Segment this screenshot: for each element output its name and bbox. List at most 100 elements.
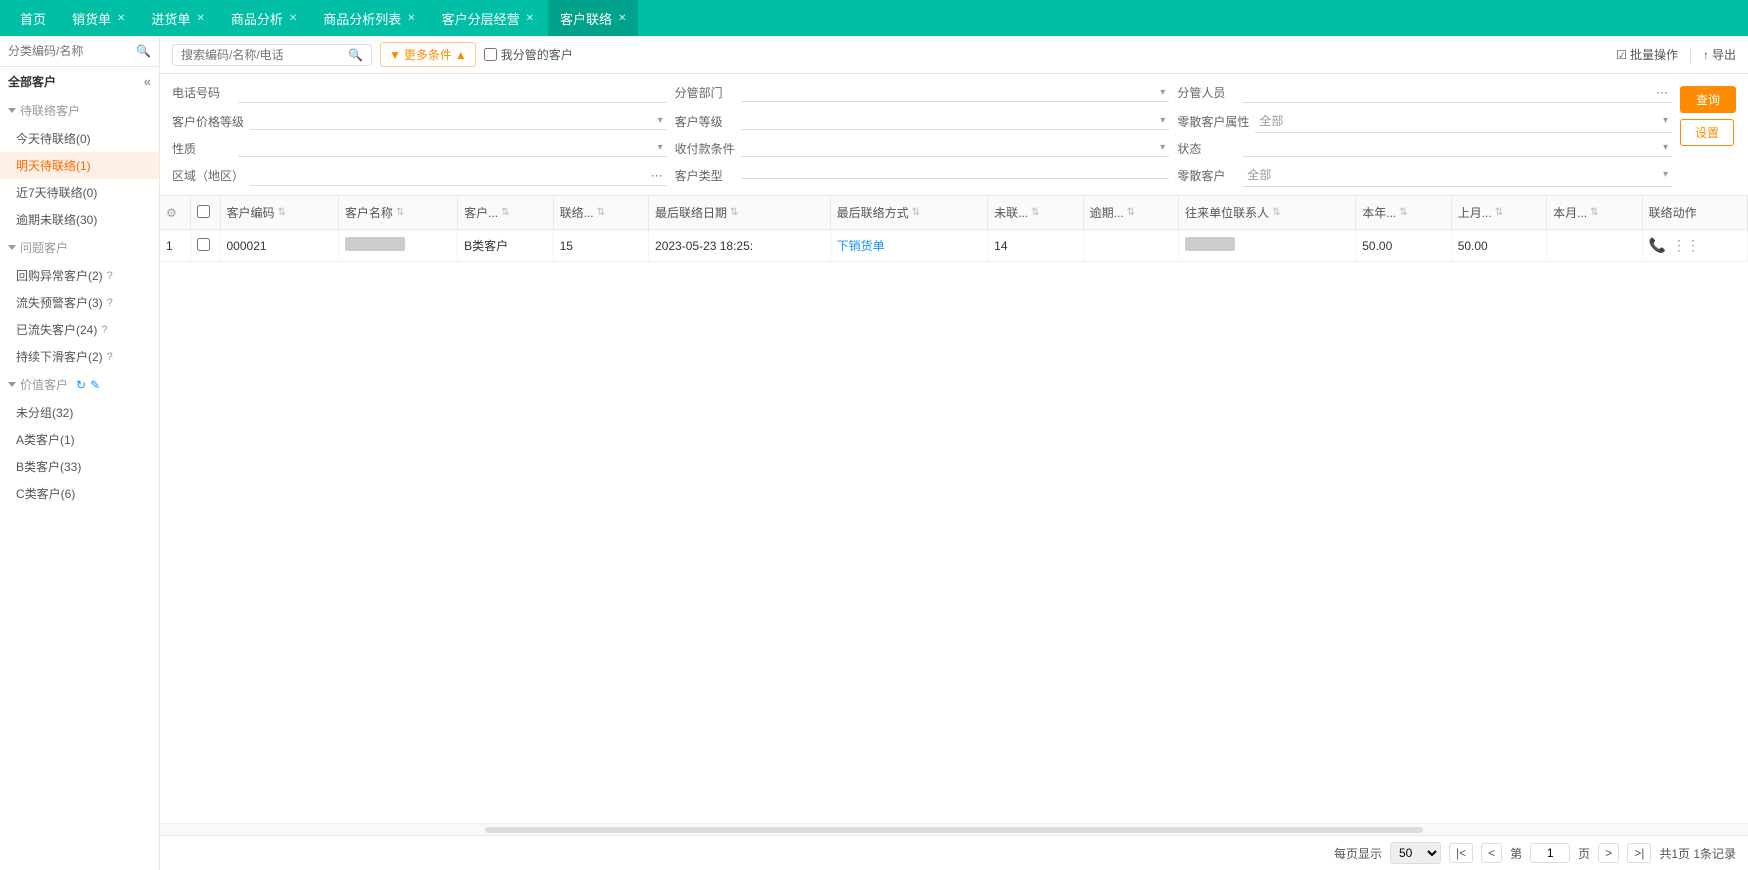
search-input[interactable] (181, 48, 348, 62)
sort-icon[interactable]: ⇅ (1399, 207, 1407, 218)
sidebar-item-today[interactable]: 今天待联络(0) (0, 125, 159, 152)
nav-sales-order[interactable]: 销货单 ✕ (60, 0, 137, 36)
nav-home[interactable]: 首页 (8, 0, 58, 36)
nav-product-analysis-list[interactable]: 商品分析列表 ✕ (311, 0, 427, 36)
region-select[interactable]: ··· (250, 165, 667, 186)
first-page-btn[interactable]: |< (1449, 843, 1473, 863)
prev-page-btn[interactable]: < (1481, 843, 1502, 863)
help-icon[interactable]: ? (107, 351, 113, 363)
sidebar-item-ungrouped[interactable]: 未分组(32) (0, 399, 159, 426)
sort-icon[interactable]: ⇅ (501, 207, 509, 218)
filter-retail-attr: 零散客户属性 全部 ▾ (1177, 109, 1672, 133)
last-page-btn[interactable]: >| (1627, 843, 1651, 863)
filter-more-btn[interactable]: ▼ 更多条件 ▲ (380, 42, 476, 67)
per-page-select[interactable]: 50 100 200 (1390, 842, 1441, 864)
payment-select[interactable]: ▾ (741, 139, 1170, 157)
nav-purchase-order[interactable]: 进货单 ✕ (139, 0, 216, 36)
help-icon[interactable]: ? (107, 270, 113, 282)
close-icon[interactable]: ✕ (618, 13, 626, 24)
row-checkbox-cell (190, 230, 220, 262)
filter-row-4: 区域（地区） ··· 客户类型 (172, 163, 1672, 187)
help-icon[interactable]: ? (107, 297, 113, 309)
page-label: 第 (1510, 845, 1522, 862)
sidebar-item-7days[interactable]: 近7天待联络(0) (0, 179, 159, 206)
value-group-header[interactable]: 价值客户 ↻ ✎ (0, 370, 159, 399)
last-contact-method-link[interactable]: 下销货单 (837, 239, 885, 253)
all-customers-header[interactable]: 全部客户 « (0, 67, 159, 96)
page-number-input[interactable] (1530, 843, 1570, 863)
customer-level-select[interactable]: ▾ (741, 112, 1170, 130)
nav-customer-tier[interactable]: 客户分层经营 ✕ (430, 0, 546, 36)
sidebar-item-churned[interactable]: 已流失客户(24) ? (0, 316, 159, 343)
pending-group-header[interactable]: 待联络客户 (0, 96, 159, 125)
query-btn[interactable]: 查询 (1680, 86, 1736, 113)
my-customers-checkbox[interactable] (484, 48, 497, 61)
sort-icon[interactable]: ⇅ (1590, 207, 1598, 218)
nav-product-analysis[interactable]: 商品分析 ✕ (219, 0, 309, 36)
sidebar-search-input[interactable] (8, 44, 136, 58)
sort-icon[interactable]: ⇅ (597, 207, 605, 218)
phone-input[interactable] (238, 82, 667, 103)
sidebar-item-overdue[interactable]: 逾期未联络(30) (0, 206, 159, 233)
collapse-icon[interactable]: « (144, 74, 151, 89)
price-level-select[interactable]: ▾ (250, 112, 667, 130)
filter-phone: 电话号码 (172, 82, 667, 103)
sidebar-item-a-class[interactable]: A类客户(1) (0, 426, 159, 453)
problem-group-header[interactable]: 问题客户 (0, 233, 159, 262)
col-last-method: 最后联络方式 ⇅ (830, 196, 988, 230)
sort-icon[interactable]: ⇅ (730, 207, 738, 218)
col-this-year: 本年... ⇅ (1356, 196, 1451, 230)
row-code: 000021 (220, 230, 338, 262)
close-icon[interactable]: ✕ (407, 13, 415, 24)
person-label: 分管人员 (1177, 84, 1237, 101)
sort-icon[interactable]: ⇅ (1127, 207, 1135, 218)
bulk-op-btn[interactable]: ☑ 批量操作 (1616, 46, 1678, 63)
setting-btn[interactable]: 设置 (1680, 119, 1734, 146)
sort-icon[interactable]: ⇅ (1495, 207, 1503, 218)
filter-person: 分管人员 ··· (1177, 82, 1672, 103)
more-icon[interactable]: ··· (1656, 85, 1668, 99)
sort-icon[interactable]: ⇅ (912, 207, 920, 218)
search-icon[interactable]: 🔍 (136, 44, 151, 58)
close-icon[interactable]: ✕ (289, 13, 297, 24)
sidebar-item-churn-warning[interactable]: 流失预警客户(3) ? (0, 289, 159, 316)
status-select[interactable]: ▾ (1243, 139, 1672, 157)
nav-customer-contact[interactable]: 客户联络 ✕ (548, 0, 638, 36)
help-icon[interactable]: ? (101, 324, 107, 336)
my-customers-label: 我分管的客户 (501, 46, 573, 63)
select-all-checkbox[interactable] (197, 205, 210, 218)
sort-icon[interactable]: ⇅ (396, 207, 404, 218)
sidebar-item-c-class[interactable]: C类客户(6) (0, 480, 159, 507)
sort-icon[interactable]: ⇅ (278, 207, 286, 218)
next-page-btn[interactable]: > (1598, 843, 1619, 863)
export-btn[interactable]: ↑ 导出 (1703, 46, 1736, 63)
close-icon[interactable]: ✕ (196, 13, 204, 24)
person-select[interactable]: ··· (1243, 82, 1672, 103)
filter-retail-customer: 零散客户 全部 ▾ (1177, 163, 1672, 187)
action-menu-icon[interactable]: ⋮⋮ (1672, 237, 1700, 254)
row-checkbox[interactable] (197, 238, 210, 251)
edit-icon[interactable]: ✎ (90, 378, 100, 392)
sidebar-item-declining[interactable]: 持续下滑客户(2) ? (0, 343, 159, 370)
action-phone-icon[interactable]: 📞 (1649, 237, 1666, 254)
scrollbar-thumb[interactable] (485, 827, 1423, 833)
customer-type-select[interactable] (741, 172, 1170, 179)
gear-icon[interactable]: ⚙ (166, 206, 177, 220)
refresh-icon[interactable]: ↻ (76, 378, 86, 392)
close-icon[interactable]: ✕ (526, 13, 534, 24)
phone-label: 电话号码 (172, 84, 232, 101)
retail-attr-select[interactable]: 全部 ▾ (1255, 109, 1672, 133)
more-icon[interactable]: ··· (651, 168, 663, 182)
sidebar-item-b-class[interactable]: B类客户(33) (0, 453, 159, 480)
sidebar-item-repurchase-anomaly[interactable]: 回购异常客户(2) ? (0, 262, 159, 289)
chevron-up-icon: ▲ (455, 48, 467, 62)
nature-select[interactable]: ▾ (238, 139, 667, 157)
retail-customer-select[interactable]: 全部 ▾ (1243, 163, 1672, 187)
sort-icon[interactable]: ⇅ (1272, 207, 1280, 218)
close-icon[interactable]: ✕ (117, 13, 125, 24)
sidebar-item-tomorrow[interactable]: 明天待联络(1) (0, 152, 159, 179)
sort-icon[interactable]: ⇅ (1031, 207, 1039, 218)
search-icon[interactable]: 🔍 (348, 48, 363, 62)
filter-row-2: 客户价格等级 ▾ 客户等级 ▾ (172, 109, 1672, 133)
dept-select[interactable]: ▾ (741, 84, 1170, 102)
